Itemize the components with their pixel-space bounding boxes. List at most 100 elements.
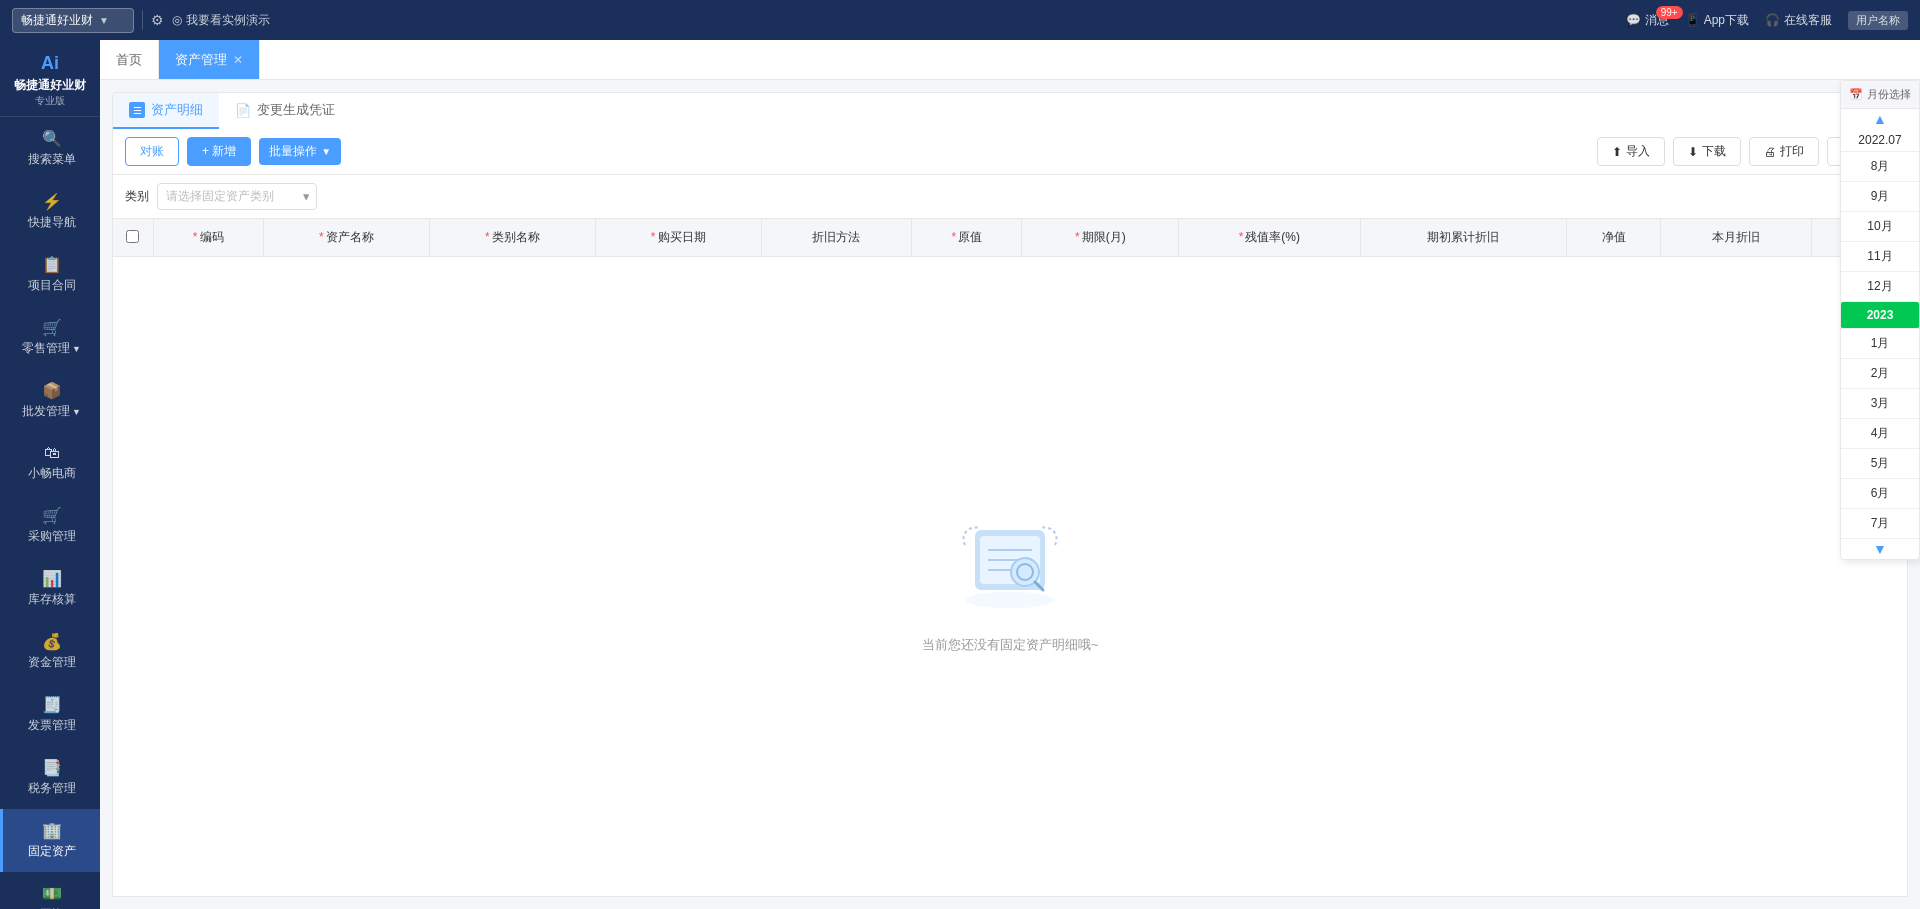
month-item-5[interactable]: 5月: [1841, 449, 1919, 479]
wholesale-icon: 📦: [42, 381, 62, 400]
tax-icon: 📑: [42, 758, 62, 777]
batch-arrow-icon: ▼: [321, 146, 331, 157]
sidebar-label-search: 搜索菜单: [28, 151, 76, 168]
category-select[interactable]: 请选择固定资产类别: [157, 183, 317, 210]
top-bar-left: 畅捷通好业财 ▼ ⚙ ◎ 我要看实例演示: [12, 8, 270, 33]
sidebar-item-payroll[interactable]: 💵 工资: [0, 872, 100, 909]
tab-assets-label: 资产管理: [175, 51, 227, 69]
batch-button[interactable]: 批量操作 ▼: [259, 138, 341, 165]
reconcile-button[interactable]: 对账: [125, 137, 179, 166]
month-item-8[interactable]: 8月: [1841, 152, 1919, 182]
sidebar-label-finance: 资金管理: [28, 654, 76, 671]
month-item-7[interactable]: 7月: [1841, 509, 1919, 539]
month-item-1[interactable]: 1月: [1841, 329, 1919, 359]
col-checkbox: [113, 219, 153, 257]
col-original-value: *原值: [912, 219, 1022, 257]
sidebar-label-assets: 固定资产: [28, 843, 76, 860]
svg-point-0: [965, 592, 1055, 608]
month-item-3[interactable]: 3月: [1841, 389, 1919, 419]
sidebar-item-retail[interactable]: 🛒 零售管理 ▼: [0, 306, 100, 369]
message-button[interactable]: 💬 消息 99+: [1626, 12, 1669, 29]
dropdown-arrow-icon: ▼: [99, 15, 109, 26]
tab-close-icon[interactable]: ✕: [233, 53, 243, 67]
subtab-detail-label: 资产明细: [151, 101, 203, 119]
sidebar-label-quicknav: 快捷导航: [28, 214, 76, 231]
sidebar-item-inventory[interactable]: 📊 库存核算: [0, 557, 100, 620]
empty-state: 当前您还没有固定资产明细哦~: [113, 257, 1907, 896]
month-panel-down-arrow[interactable]: ▼: [1841, 539, 1919, 559]
select-all-checkbox[interactable]: [126, 230, 139, 243]
app-download-label: App下载: [1704, 12, 1749, 29]
filter-category-label: 类别: [125, 188, 149, 205]
online-service-label: 在线客服: [1784, 12, 1832, 29]
tab-home[interactable]: 首页: [100, 40, 159, 79]
sidebar-item-assets[interactable]: 🏢 固定资产: [0, 809, 100, 872]
download-label: 下载: [1702, 143, 1726, 160]
sidebar-item-ecommerce[interactable]: 🛍 小畅电商: [0, 432, 100, 494]
app-name: Ai: [8, 52, 92, 75]
app-edition: 专业版: [8, 94, 92, 108]
month-item-12[interactable]: 12月: [1841, 272, 1919, 302]
month-item-10[interactable]: 10月: [1841, 212, 1919, 242]
month-panel-year-2023[interactable]: 2023: [1841, 302, 1919, 329]
import-button[interactable]: ⬆ 导入: [1597, 137, 1665, 166]
user-name: 用户名称: [1848, 11, 1908, 30]
toolbar: 对账 + 新增 批量操作 ▼ ⬆ 导入 ⬇ 下载: [112, 129, 1908, 175]
payroll-icon: 💵: [42, 884, 62, 903]
add-button[interactable]: + 新增: [187, 137, 251, 166]
month-panel-year[interactable]: 2022.07: [1841, 129, 1919, 152]
online-service-button[interactable]: 🎧 在线客服: [1765, 12, 1832, 29]
wholesale-arrow-icon: ▼: [72, 407, 81, 417]
month-item-11[interactable]: 11月: [1841, 242, 1919, 272]
month-panel-title: 月份选择: [1867, 87, 1911, 102]
print-button[interactable]: 🖨 打印: [1749, 137, 1819, 166]
col-period-depreciation: 期初累计折旧: [1360, 219, 1566, 257]
top-bar-right: 💬 消息 99+ 📱 App下载 🎧 在线客服 用户名称: [1626, 11, 1908, 30]
month-item-4[interactable]: 4月: [1841, 419, 1919, 449]
sidebar-item-tax[interactable]: 📑 税务管理: [0, 746, 100, 809]
sidebar-item-purchase[interactable]: 🛒 采购管理: [0, 494, 100, 557]
print-label: 打印: [1780, 143, 1804, 160]
app-download-button[interactable]: 📱 App下载: [1685, 12, 1749, 29]
finance-icon: 💰: [42, 632, 62, 651]
sidebar-item-finance[interactable]: 💰 资金管理: [0, 620, 100, 683]
col-net-value: 净值: [1566, 219, 1661, 257]
month-panel-up-arrow[interactable]: ▲: [1841, 109, 1919, 129]
empty-text: 当前您还没有固定资产明细哦~: [922, 636, 1099, 654]
import-label: 导入: [1626, 143, 1650, 160]
sidebar-item-invoice[interactable]: 🧾 发票管理: [0, 683, 100, 746]
sidebar-item-search[interactable]: 🔍 搜索菜单: [0, 117, 100, 180]
col-purchase-date: *购买日期: [595, 219, 761, 257]
app-logo: Ai 畅捷通好业财 专业版: [0, 40, 100, 117]
print-icon: 🖨: [1764, 145, 1776, 159]
tab-assets[interactable]: 资产管理 ✕: [159, 40, 260, 79]
sidebar-label-invoice: 发票管理: [28, 717, 76, 734]
settings-icon[interactable]: ⚙: [151, 12, 164, 28]
sidebar-label-tax: 税务管理: [28, 780, 76, 797]
detail-tab-icon: ☰: [129, 102, 145, 118]
month-item-2[interactable]: 2月: [1841, 359, 1919, 389]
sidebar: Ai 畅捷通好业财 专业版 🔍 搜索菜单 ⚡ 快捷导航 📋 项目合同 🛒 零售管…: [0, 40, 100, 909]
sidebar-item-wholesale[interactable]: 📦 批发管理 ▼: [0, 369, 100, 432]
download-button[interactable]: ⬇ 下载: [1673, 137, 1741, 166]
sidebar-item-quicknav[interactable]: ⚡ 快捷导航: [0, 180, 100, 243]
sidebar-item-project[interactable]: 📋 项目合同: [0, 243, 100, 306]
subtab-voucher[interactable]: 📄 变更生成凭证: [219, 93, 351, 129]
sidebar-label-wholesale: 批发管理: [22, 403, 70, 420]
data-table: *编码 *资产名称 *类别名称 *购买日期 折旧方法 *原值 *期限(月) *残…: [113, 219, 1907, 257]
main-layout: Ai 畅捷通好业财 专业版 🔍 搜索菜单 ⚡ 快捷导航 📋 项目合同 🛒 零售管…: [0, 40, 1920, 909]
demo-link[interactable]: ◎ 我要看实例演示: [172, 12, 270, 29]
month-item-9[interactable]: 9月: [1841, 182, 1919, 212]
company-selector[interactable]: 畅捷通好业财 ▼: [12, 8, 134, 33]
search-icon: 🔍: [42, 129, 62, 148]
month-item-6[interactable]: 6月: [1841, 479, 1919, 509]
headset-icon: 🎧: [1765, 13, 1780, 27]
month-panel-header: 📅 月份选择: [1841, 81, 1919, 109]
subtab-detail[interactable]: ☰ 资产明细: [113, 93, 219, 129]
tab-home-label: 首页: [116, 51, 142, 69]
demo-text: 我要看实例演示: [186, 12, 270, 29]
user-profile[interactable]: 用户名称: [1848, 11, 1908, 30]
project-icon: 📋: [42, 255, 62, 274]
import-icon: ⬆: [1612, 145, 1622, 159]
company-name: 畅捷通好业财: [21, 12, 93, 29]
